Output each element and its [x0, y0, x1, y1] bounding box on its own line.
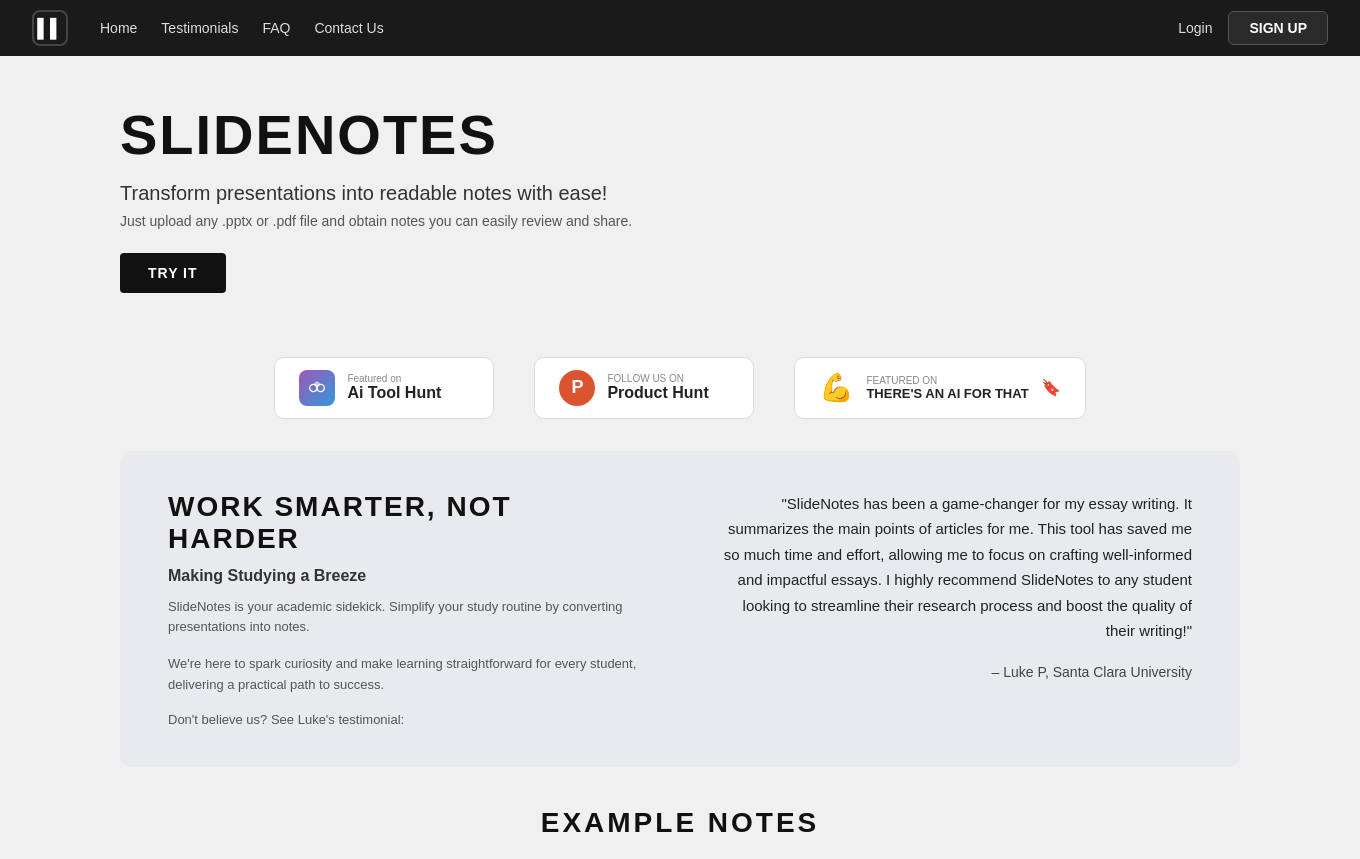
signup-button[interactable]: SIGN UP	[1228, 11, 1328, 45]
nav-auth: Login SIGN UP	[1178, 11, 1328, 45]
hero-subtitle: Transform presentations into readable no…	[120, 182, 1240, 205]
theres-an-ai-text: FEATURED ON THERE'S AN AI FOR THAT	[866, 375, 1028, 401]
testimonial-left: WORK SMARTER, NOT HARDER Making Studying…	[168, 491, 650, 727]
login-link[interactable]: Login	[1178, 20, 1212, 36]
nav-contact[interactable]: Contact Us	[314, 20, 383, 36]
example-notes-section: EXAMPLE NOTES TEMPLATE Building	[0, 807, 1360, 859]
testimonial-author: – Luke P, Santa Clara University	[710, 664, 1192, 680]
product-hunt-text: FOLLOW US ON Product Hunt	[607, 373, 708, 402]
testimonial-quote: "SlideNotes has been a game-changer for …	[710, 491, 1192, 644]
bookmark-icon: 🔖	[1041, 378, 1061, 397]
testimonial-subheading: Making Studying a Breeze	[168, 567, 650, 585]
logo-icon: ▌▌	[32, 10, 68, 46]
hero-section: SLIDENOTES Transform presentations into …	[0, 56, 1360, 325]
page-title: SLIDENOTES	[120, 104, 1240, 166]
nav-faq[interactable]: FAQ	[262, 20, 290, 36]
ai-tool-hunt-icon	[299, 370, 335, 406]
try-it-button[interactable]: TRY IT	[120, 253, 226, 293]
nav-links: Home Testimonials FAQ Contact Us	[100, 20, 1146, 36]
testimonial-heading: WORK SMARTER, NOT HARDER	[168, 491, 650, 555]
product-hunt-icon: P	[559, 370, 595, 406]
theres-an-ai-icon: 💪	[819, 371, 854, 404]
testimonial-body1: SlideNotes is your academic sidekick. Si…	[168, 597, 650, 639]
nav-home[interactable]: Home	[100, 20, 137, 36]
ai-tool-hunt-text: Featured on Ai Tool Hunt	[347, 373, 441, 402]
hero-description: Just upload any .pptx or .pdf file and o…	[120, 213, 1240, 229]
navbar: ▌▌ Home Testimonials FAQ Contact Us Logi…	[0, 0, 1360, 56]
badge-product-hunt[interactable]: P FOLLOW US ON Product Hunt	[534, 357, 754, 419]
testimonial-section: WORK SMARTER, NOT HARDER Making Studying…	[120, 451, 1240, 767]
badge-theres-an-ai[interactable]: 💪 FEATURED ON THERE'S AN AI FOR THAT 🔖	[794, 357, 1085, 419]
testimonial-cta: Don't believe us? See Luke's testimonial…	[168, 712, 650, 727]
svg-point-2	[315, 381, 321, 387]
badge-ai-tool-hunt[interactable]: Featured on Ai Tool Hunt	[274, 357, 494, 419]
testimonial-right: "SlideNotes has been a game-changer for …	[710, 491, 1192, 680]
testimonial-body2: We're here to spark curiosity and make l…	[168, 654, 650, 696]
badges-row: Featured on Ai Tool Hunt P FOLLOW US ON …	[0, 357, 1360, 419]
example-notes-title: EXAMPLE NOTES	[120, 807, 1240, 839]
nav-testimonials[interactable]: Testimonials	[161, 20, 238, 36]
